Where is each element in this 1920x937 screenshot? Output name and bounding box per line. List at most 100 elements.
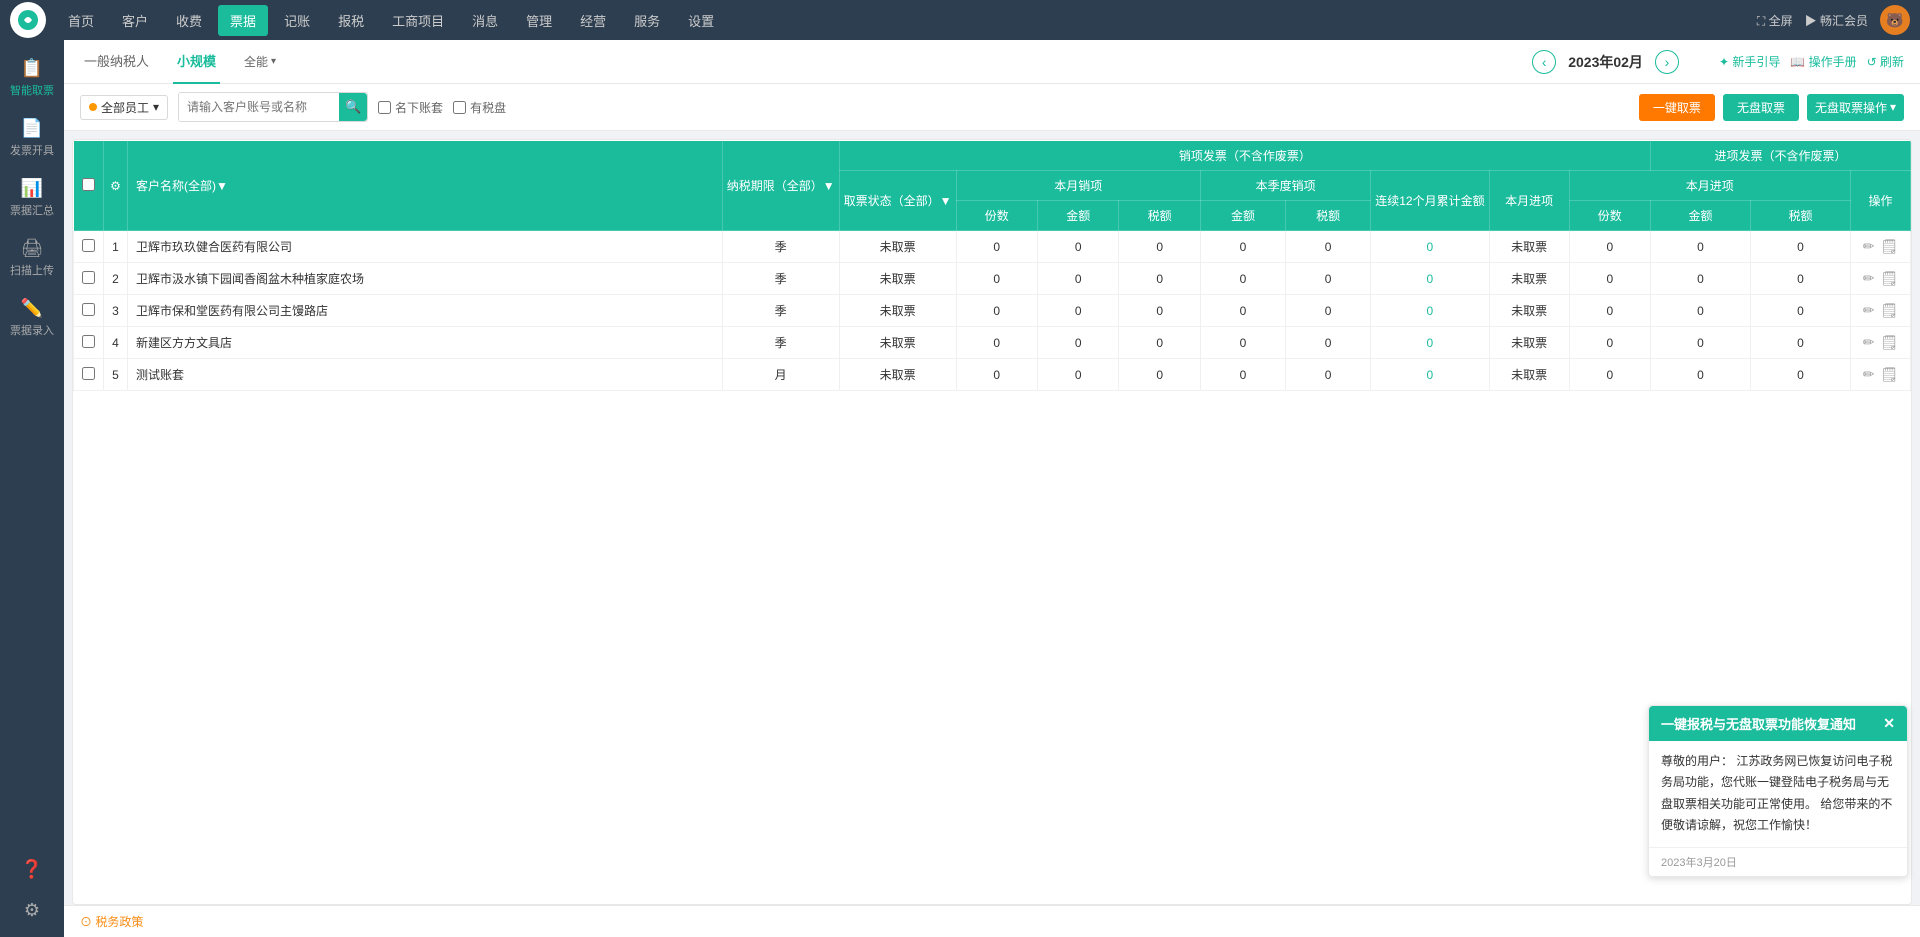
notification-close-btn[interactable]: ✕ (1883, 715, 1895, 732)
view-icon[interactable]: 🗒 (1880, 334, 1898, 351)
row-in-status: 未取票 (1489, 327, 1569, 359)
user-avatar[interactable]: 🐻 (1880, 5, 1910, 35)
search-btn[interactable]: 🔍 (339, 93, 367, 121)
nav-settings[interactable]: 设置 (676, 5, 726, 36)
cumulative-link[interactable]: 0 (1427, 368, 1434, 382)
sidebar-item-intelligent-invoice[interactable]: 📋 智能取票 (4, 50, 60, 106)
nav-accounting[interactable]: 记账 (272, 5, 322, 36)
row-customer-name: 卫辉市保和堂医药有限公司主馒路店 (128, 295, 723, 327)
has-disk-checkbox[interactable] (453, 101, 466, 114)
toolbar: 全部员工 ▾ 🔍 名下账套 有税盘 一键取票 无盘取票 无盘取票操作 ▾ (64, 84, 1920, 131)
my-accounts-checkbox[interactable] (378, 101, 391, 114)
cumulative-link[interactable]: 0 (1427, 336, 1434, 350)
settings-icon[interactable]: ⚙ (18, 894, 46, 927)
employee-dropdown-icon: ▾ (153, 100, 159, 114)
sidebar-item-invoice-entry[interactable]: ✏️ 票据录入 (4, 290, 60, 346)
sidebar-item-invoice-summary[interactable]: 📊 票据汇总 (4, 170, 60, 226)
row-period: 季 (722, 295, 839, 327)
notification-body: 尊敬的用户： 江苏政务网已恢复访问电子税务局功能，您代账一键登陆电子税务局与无盘… (1649, 741, 1907, 847)
sidebar-item-issue-invoice[interactable]: 📄 发票开具 (4, 110, 60, 166)
help-icon[interactable]: ❓ (15, 853, 49, 886)
nav-tax[interactable]: 报税 (326, 5, 376, 36)
row-customer-name: 测试账套 (128, 359, 723, 391)
row-in-month-count: 0 (1569, 231, 1650, 263)
edit-icon[interactable]: ✏ (1863, 334, 1875, 351)
row-checkbox-cell (74, 263, 104, 295)
page-footer: ⊙ 税务政策 (64, 905, 1920, 937)
out-month-tax-header: 税额 (1119, 201, 1200, 231)
tab-all[interactable]: 全能 ▾ (240, 41, 280, 82)
in-status-header: 本月进项 (1489, 171, 1569, 231)
checkbox-my-accounts[interactable]: 名下账套 (378, 99, 443, 116)
nav-home[interactable]: 首页 (56, 5, 106, 36)
row-checkbox[interactable] (82, 367, 95, 380)
row-out-season-tax: 0 (1286, 231, 1371, 263)
row-checkbox[interactable] (82, 335, 95, 348)
row-out-month-tax: 0 (1119, 295, 1200, 327)
edit-icon[interactable]: ✏ (1863, 270, 1875, 287)
tab-general-taxpayer[interactable]: 一般纳税人 (80, 40, 153, 84)
row-out-cumulative: 0 (1371, 327, 1489, 359)
row-out-month-tax: 0 (1119, 263, 1200, 295)
sidebar-label-summary: 票据汇总 (10, 202, 54, 218)
row-out-cumulative: 0 (1371, 231, 1489, 263)
row-checkbox-cell (74, 359, 104, 391)
row-in-status: 未取票 (1489, 359, 1569, 391)
nav-invoice[interactable]: 票据 (218, 5, 268, 36)
row-checkbox[interactable] (82, 303, 95, 316)
search-input[interactable] (179, 93, 339, 121)
refresh-btn[interactable]: ↺ 刷新 (1867, 53, 1904, 70)
no-disk-more-btn[interactable]: 无盘取票操作 ▾ (1807, 94, 1904, 121)
toolbar-right: 一键取票 无盘取票 无盘取票操作 ▾ (1639, 94, 1904, 121)
dot-icon (89, 103, 97, 111)
in-month-tax-header: 税额 (1750, 201, 1850, 231)
employee-select[interactable]: 全部员工 ▾ (80, 95, 168, 120)
app-logo (10, 2, 46, 38)
nav-operation[interactable]: 经营 (568, 5, 618, 36)
view-icon[interactable]: 🗒 (1880, 366, 1898, 383)
manual-btn[interactable]: 📖 操作手册 (1790, 53, 1856, 70)
invoice-summary-icon: 📊 (21, 178, 43, 199)
edit-icon[interactable]: ✏ (1863, 238, 1875, 255)
select-all-checkbox[interactable] (82, 178, 95, 191)
member-btn[interactable]: ▶ 畅汇会员 (1805, 12, 1868, 29)
edit-icon[interactable]: ✏ (1863, 302, 1875, 319)
checkbox-has-disk[interactable]: 有税盘 (453, 99, 506, 116)
no-disk-invoice-btn[interactable]: 无盘取票 (1723, 94, 1799, 121)
row-checkbox-cell (74, 231, 104, 263)
period-next-btn[interactable]: › (1655, 50, 1679, 74)
cumulative-link[interactable]: 0 (1427, 240, 1434, 254)
sidebar-item-scan-upload[interactable]: 🖨 扫描上传 (4, 230, 60, 286)
tab-small-scale[interactable]: 小规模 (173, 40, 220, 84)
tax-policy-link[interactable]: ⊙ 税务政策 (80, 913, 143, 930)
nav-client[interactable]: 客户 (110, 5, 160, 36)
nav-message[interactable]: 消息 (460, 5, 510, 36)
one-click-invoice-btn[interactable]: 一键取票 (1639, 94, 1715, 121)
row-checkbox[interactable] (82, 239, 95, 252)
row-in-month-amount: 0 (1651, 231, 1751, 263)
row-index: 3 (104, 295, 128, 327)
row-out-season-amount: 0 (1200, 359, 1285, 391)
nav-manage[interactable]: 管理 (514, 5, 564, 36)
fullscreen-btn[interactable]: ⛶ 全屏 (1757, 12, 1793, 29)
row-out-month-count: 0 (956, 231, 1037, 263)
view-icon[interactable]: 🗒 (1880, 270, 1898, 287)
period-prev-btn[interactable]: ‹ (1532, 50, 1556, 74)
cumulative-link[interactable]: 0 (1427, 304, 1434, 318)
no-disk-more-label: 无盘取票操作 (1815, 99, 1887, 116)
new-guide-btn[interactable]: ✦ 新手引导 (1719, 53, 1780, 70)
tab-all-label: 全能 (244, 53, 268, 70)
row-checkbox[interactable] (82, 271, 95, 284)
row-out-month-tax: 0 (1119, 359, 1200, 391)
nav-billing[interactable]: 收费 (164, 5, 214, 36)
settings-col-icon[interactable]: ⚙ (110, 179, 121, 193)
view-icon[interactable]: 🗒 (1880, 302, 1898, 319)
row-period: 季 (722, 327, 839, 359)
cumulative-link[interactable]: 0 (1427, 272, 1434, 286)
nav-service[interactable]: 服务 (622, 5, 672, 36)
row-actions: ✏ 🗒 (1851, 295, 1911, 327)
view-icon[interactable]: 🗒 (1880, 238, 1898, 255)
period-display: 2023年02月 (1568, 52, 1643, 72)
edit-icon[interactable]: ✏ (1863, 366, 1875, 383)
nav-business[interactable]: 工商项目 (380, 5, 456, 36)
